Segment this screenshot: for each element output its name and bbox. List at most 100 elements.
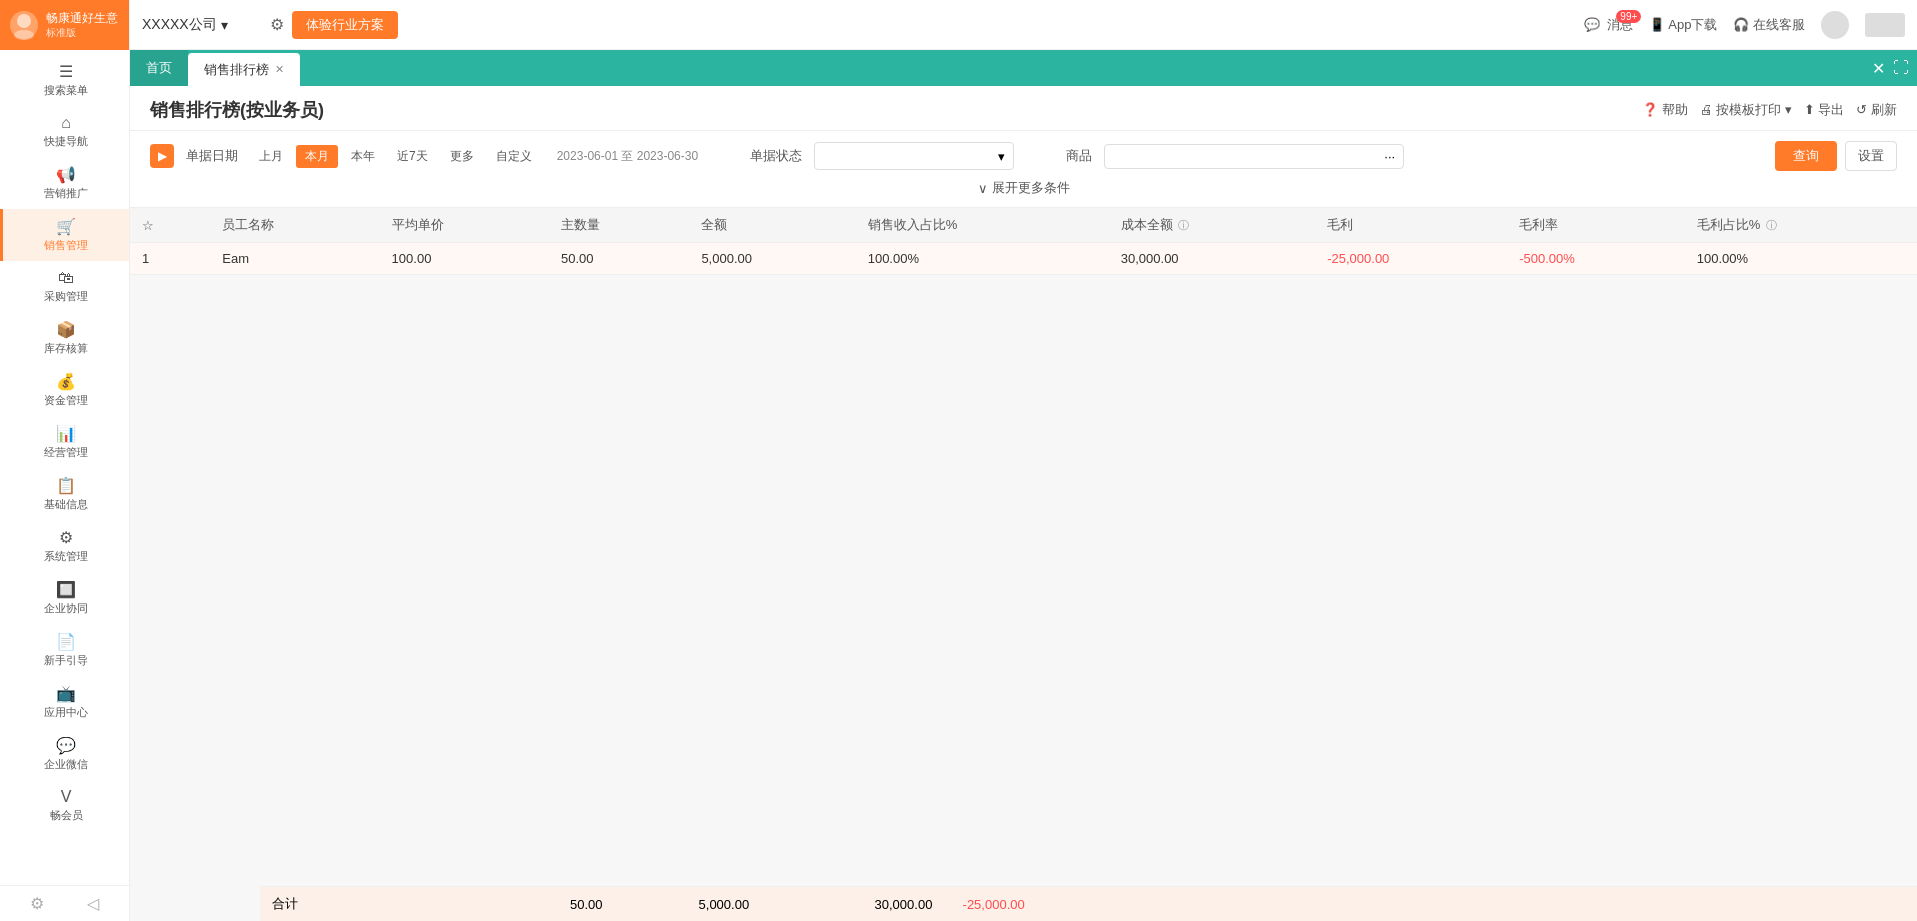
sidebar-label-operations: 经营管理 — [44, 445, 88, 460]
nav-icon-operations: 📊 — [56, 424, 76, 443]
company-selector[interactable]: XXXXX公司 ▾ — [142, 16, 262, 34]
date-pill-7days[interactable]: 近7天 — [388, 145, 437, 168]
table-header: ☆ 员工名称 平均单价 主数量 全额 销售收入占比% 成本全额 ⓘ 毛利 毛利率… — [130, 208, 1917, 243]
page-content: 销售排行榜(按业务员) ❓ 帮助 🖨 按模板打印 ▾ ⬆ 导出 ↺ 刷新 — [130, 86, 1917, 921]
col-gross-pct: 毛利占比% ⓘ — [1685, 208, 1917, 243]
date-pill-custom[interactable]: 自定义 — [487, 145, 541, 168]
export-link[interactable]: ⬆ 导出 — [1804, 101, 1845, 119]
sidebar-item-inventory[interactable]: 📦 库存核算 — [0, 312, 129, 364]
nav-icon-system: ⚙ — [59, 528, 73, 547]
export-icon: ⬆ — [1804, 102, 1815, 117]
header-settings-icon[interactable]: ⚙ — [270, 15, 284, 34]
date-pill-this-year[interactable]: 本年 — [342, 145, 384, 168]
sidebar-settings-icon[interactable]: ⚙ — [30, 894, 44, 913]
expand-more-btn[interactable]: ∨ 展开更多条件 — [150, 179, 1897, 197]
header-right: 💬 99+ 消息 📱 App下载 🎧 在线客服 — [1584, 11, 1905, 39]
tab-home[interactable]: 首页 — [130, 50, 188, 86]
nav-icon-enterprise-wechat: 💬 — [56, 736, 76, 755]
cell-cost: 30,000.00 — [1109, 243, 1315, 275]
col-avg-price: 平均单价 — [380, 208, 549, 243]
cost-help-icon[interactable]: ⓘ — [1178, 219, 1189, 231]
sidebar-item-enterprise-wechat[interactable]: 💬 企业微信 — [0, 728, 129, 780]
nav-icon-beginner-guide: 📄 — [56, 632, 76, 651]
date-pill-last-month[interactable]: 上月 — [250, 145, 292, 168]
sidebar: 畅康通好生意 标准版 ☰ 搜索菜单 ⌂ 快捷导航 📢 营销推广 🛒 销售管理 🛍… — [0, 0, 130, 921]
query-button[interactable]: 查询 — [1775, 141, 1837, 171]
trial-button[interactable]: 体验行业方案 — [292, 11, 398, 39]
cell-gross-pct: 100.00% — [1685, 243, 1917, 275]
footer-gross: -25,000.00 — [963, 897, 1043, 912]
sidebar-item-purchase[interactable]: 🛍 采购管理 — [0, 261, 129, 312]
page-title: 销售排行榜(按业务员) — [150, 98, 324, 122]
settings-button[interactable]: 设置 — [1845, 141, 1897, 171]
page-actions: ❓ 帮助 🖨 按模板打印 ▾ ⬆ 导出 ↺ 刷新 — [1642, 101, 1897, 119]
help-link[interactable]: ❓ 帮助 — [1642, 101, 1688, 119]
sidebar-item-base-info[interactable]: 📋 基础信息 — [0, 468, 129, 520]
tab-close-window-icon[interactable]: ✕ — [1872, 59, 1885, 78]
status-filter-select[interactable]: ▾ — [814, 142, 1014, 170]
date-pills: 上月 本月 本年 近7天 更多 自定义 — [250, 145, 541, 168]
goods-filter-label: 商品 — [1066, 147, 1092, 165]
tabs-right-actions: ✕ ⛶ — [1872, 50, 1917, 86]
footer-cost: 30,000.00 — [875, 897, 955, 912]
svg-point-1 — [17, 14, 31, 28]
message-count: 99+ — [1616, 10, 1641, 23]
gross-pct-help-icon[interactable]: ⓘ — [1766, 219, 1777, 231]
date-pill-more[interactable]: 更多 — [441, 145, 483, 168]
sidebar-item-marketing[interactable]: 📢 营销推广 — [0, 157, 129, 209]
table-scroll[interactable]: ☆ 员工名称 平均单价 主数量 全额 销售收入占比% 成本全额 ⓘ 毛利 毛利率… — [130, 208, 1917, 921]
date-range-text: 2023-06-01 至 2023-06-30 — [557, 148, 698, 165]
refresh-link[interactable]: ↺ 刷新 — [1856, 101, 1897, 119]
filter-row-1: ▶ 单据日期 上月 本月 本年 近7天 更多 自定义 2023-06-01 至 … — [150, 141, 1897, 171]
date-pill-this-month[interactable]: 本月 — [296, 145, 338, 168]
col-cost: 成本全额 ⓘ — [1109, 208, 1315, 243]
sidebar-item-sales[interactable]: 🛒 销售管理 — [0, 209, 129, 261]
filter-toggle-btn[interactable]: ▶ — [150, 144, 174, 168]
sidebar-item-finance[interactable]: 💰 资金管理 — [0, 364, 129, 416]
print-icon: 🖨 — [1700, 102, 1713, 117]
online-service-link[interactable]: 🎧 在线客服 — [1733, 16, 1805, 34]
top-header: XXXXX公司 ▾ ⚙ 体验行业方案 💬 99+ 消息 📱 App下载 🎧 在线… — [130, 0, 1917, 50]
nav-icon-sales: 🛒 — [56, 217, 76, 236]
refresh-icon: ↺ — [1856, 102, 1867, 117]
sidebar-item-quick-nav[interactable]: ⌂ 快捷导航 — [0, 106, 129, 157]
cell-gross: -25,000.00 — [1315, 243, 1507, 275]
message-badge[interactable]: 💬 99+ 消息 — [1584, 16, 1634, 34]
goods-filter-input[interactable]: ··· — [1104, 144, 1404, 169]
app-name: 畅康通好生意 — [46, 10, 118, 27]
col-rank: ☆ — [130, 208, 210, 243]
print-link[interactable]: 🖨 按模板打印 ▾ — [1700, 101, 1792, 119]
sidebar-label-member: 畅会员 — [50, 808, 83, 823]
cell-amount: 5,000.00 — [689, 243, 855, 275]
cell-rank: 1 — [130, 243, 210, 275]
sidebar-item-member[interactable]: V 畅会员 — [0, 780, 129, 831]
nav-icon-member: V — [61, 788, 72, 806]
app-download-link[interactable]: 📱 App下载 — [1649, 16, 1717, 34]
col-gross: 毛利 — [1315, 208, 1507, 243]
sidebar-item-app-center[interactable]: 📺 应用中心 — [0, 676, 129, 728]
headset-icon: 🎧 — [1733, 17, 1749, 32]
sidebar-item-search-order[interactable]: ☰ 搜索菜单 — [0, 54, 129, 106]
cell-gross-rate: -500.00% — [1507, 243, 1685, 275]
tab-maximize-icon[interactable]: ⛶ — [1893, 59, 1909, 77]
sidebar-collapse-icon[interactable]: ◁ — [87, 894, 99, 913]
cell-avg-price: 100.00 — [380, 243, 549, 275]
tab-sales-rank[interactable]: 销售排行榜 ✕ — [188, 53, 300, 86]
sidebar-nav: ☰ 搜索菜单 ⌂ 快捷导航 📢 营销推广 🛒 销售管理 🛍 采购管理 📦 库存核… — [0, 50, 129, 885]
sidebar-item-operations[interactable]: 📊 经营管理 — [0, 416, 129, 468]
app-version: 标准版 — [46, 26, 118, 40]
sidebar-label-enterprise-collab: 企业协同 — [44, 601, 88, 616]
table-row: 1 Eam 100.00 50.00 5,000.00 100.00% 30,0… — [130, 243, 1917, 275]
sidebar-item-beginner-guide[interactable]: 📄 新手引导 — [0, 624, 129, 676]
sidebar-label-beginner-guide: 新手引导 — [44, 653, 88, 668]
company-name: XXXXX公司 — [142, 16, 217, 34]
avatar[interactable] — [1821, 11, 1849, 39]
sidebar-logo: 畅康通好生意 标准版 — [0, 0, 129, 50]
sidebar-label-finance: 资金管理 — [44, 393, 88, 408]
sidebar-item-system[interactable]: ⚙ 系统管理 — [0, 520, 129, 572]
filter-area: ▶ 单据日期 上月 本月 本年 近7天 更多 自定义 2023-06-01 至 … — [130, 131, 1917, 208]
sidebar-label-marketing: 营销推广 — [44, 186, 88, 201]
tab-close-icon[interactable]: ✕ — [275, 63, 284, 76]
sidebar-item-enterprise-collab[interactable]: 🔲 企业协同 — [0, 572, 129, 624]
sidebar-label-search-order: 搜索菜单 — [44, 83, 88, 98]
